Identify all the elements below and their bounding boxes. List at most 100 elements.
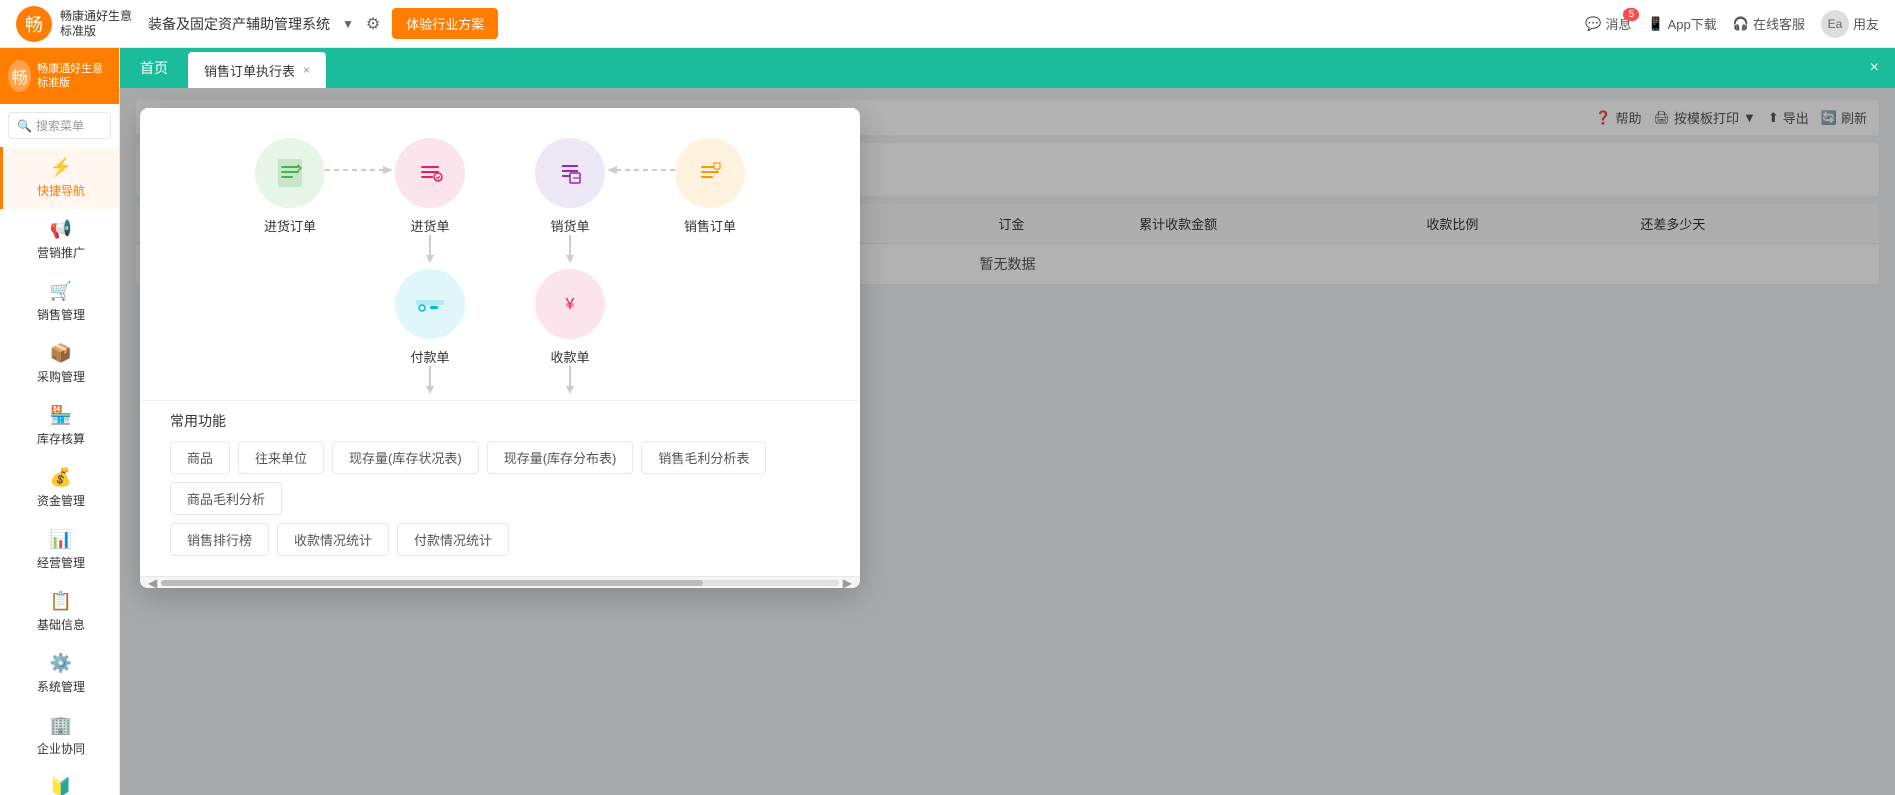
func-btn-sales-margin[interactable]: 销售毛利分析表: [641, 441, 766, 474]
workflow-node-receipt[interactable]: ¥ 收款单: [535, 269, 605, 366]
tab-close-all-btn[interactable]: ×: [1854, 59, 1895, 77]
purchase-bill-label: 进货单: [410, 216, 449, 235]
func-btn-payment-stats[interactable]: 付款情况统计: [397, 523, 509, 556]
sidebar-item-system[interactable]: ⚙️ 系统管理: [0, 643, 119, 705]
sidebar-item-operation[interactable]: 📊 经营管理: [0, 519, 119, 581]
inventory-icon: 🏪: [50, 405, 72, 426]
online-service-btn[interactable]: 🎧 在线客服: [1733, 14, 1805, 33]
purchase-bill-icon: [395, 138, 465, 208]
workflow-area: 进货订单 进货单: [140, 108, 860, 400]
system-dropdown-btn[interactable]: ▼: [342, 17, 354, 31]
page-content: ❓ 帮助 🖨 按模板打印 ▼ ⬆ 导出 🔄 刷新: [120, 88, 1895, 795]
guide-icon: 🔰: [50, 777, 72, 795]
workflow-node-payment[interactable]: 付款单: [395, 269, 465, 366]
workflow-node-sales-order[interactable]: 销售订单: [675, 138, 745, 235]
scroll-right-btn[interactable]: ▶: [839, 576, 856, 589]
avatar: Ea: [1821, 10, 1849, 38]
sidebar-item-sales[interactable]: 🛒 销售管理: [0, 271, 119, 333]
settings-btn[interactable]: ⚙: [366, 14, 380, 34]
modal-scrollbar[interactable]: ◀ ▶: [140, 576, 860, 588]
sidebar-item-basic-info[interactable]: 📋 基础信息: [0, 581, 119, 643]
logo-area: 畅 畅康通好生意 标准版: [16, 6, 136, 42]
arrow-down-receipt: [535, 366, 605, 396]
top-header: 畅 畅康通好生意 标准版 装备及固定资产辅助管理系统 ▼ ⚙ 体验行业方案 💬 …: [0, 0, 1895, 48]
sidebar-item-purchase[interactable]: 📦 采购管理: [0, 333, 119, 395]
func-btn-partner[interactable]: 往来单位: [238, 441, 324, 474]
sidebar-item-quick-nav[interactable]: ⚡ 快捷导航: [0, 147, 119, 209]
purchase-icon: 📦: [50, 343, 72, 364]
sidebar-item-finance[interactable]: 💰 资金管理: [0, 457, 119, 519]
func-btn-stock-dist[interactable]: 现存量(库存分布表): [487, 441, 634, 474]
common-funcs-section: 常用功能 商品 往来单位 现存量(库存状况表) 现存量(库存分布表) 销售毛利分…: [140, 400, 860, 576]
system-title: 装备及固定资产辅助管理系统: [148, 14, 330, 34]
arrow-down-purchase: [395, 235, 465, 265]
common-funcs-title: 常用功能: [170, 411, 830, 431]
finance-icon: 💰: [50, 467, 72, 488]
basic-info-icon: 📋: [50, 591, 72, 612]
func-btn-sales-rank[interactable]: 销售排行榜: [170, 523, 269, 556]
tabs-bar: 首页 销售订单执行表 × ×: [120, 48, 1895, 88]
payment-label: 付款单: [410, 347, 449, 366]
tab-close-btn[interactable]: ×: [303, 63, 310, 77]
func-btn-product-margin[interactable]: 商品毛利分析: [170, 482, 282, 515]
sales-icon: 🛒: [50, 281, 72, 302]
sidebar-item-marketing[interactable]: 📢 营销推广: [0, 209, 119, 271]
enterprise-icon: 🏢: [50, 715, 72, 736]
sidebar-brand-text: 畅康通好生意 标准版: [37, 62, 111, 91]
tab-sales-order[interactable]: 销售订单执行表 ×: [188, 52, 326, 88]
sales-order-label: 销售订单: [684, 216, 736, 235]
sales-order-icon: [675, 138, 745, 208]
payment-icon: [395, 269, 465, 339]
receipt-label: 收款单: [550, 347, 589, 366]
search-icon: 🔍: [17, 119, 32, 133]
receipt-icon: ¥: [535, 269, 605, 339]
user-menu[interactable]: Ea 用友: [1821, 10, 1879, 38]
sidebar-logo-icon: 畅: [8, 60, 31, 92]
message-icon: 💬: [1585, 16, 1601, 32]
main-layout: 畅 畅康通好生意 标准版 🔍 搜索菜单 ⚡ 快捷导航 📢 营销推广 🛒 销售管理…: [0, 48, 1895, 795]
svg-text:¥: ¥: [565, 296, 575, 313]
arrow-h1: [325, 138, 395, 177]
workflow-node-purchase-order[interactable]: 进货订单: [255, 138, 325, 235]
workflow-node-sales-bill[interactable]: 销货单: [535, 138, 605, 235]
purchase-order-icon: [255, 138, 325, 208]
message-btn[interactable]: 💬 消息 5: [1585, 14, 1631, 33]
func-btn-receipt-stats[interactable]: 收款情况统计: [277, 523, 389, 556]
arrow-down-payment: [395, 366, 465, 396]
sidebar-search-area: 🔍 搜索菜单: [0, 104, 119, 147]
marketing-icon: 📢: [50, 219, 72, 240]
scrollbar-track: [161, 580, 839, 586]
tab-home[interactable]: 首页: [120, 48, 188, 88]
scrollbar-thumb: [161, 580, 703, 586]
header-right: 💬 消息 5 📱 App下载 🎧 在线客服 Ea 用友: [1585, 10, 1879, 38]
sidebar-item-guide[interactable]: 🔰 新手引导: [0, 767, 119, 795]
workflow-node-purchase-bill[interactable]: 进货单: [395, 138, 465, 235]
sidebar: 畅 畅康通好生意 标准版 🔍 搜索菜单 ⚡ 快捷导航 📢 营销推广 🛒 销售管理…: [0, 48, 120, 795]
sidebar-brand-area: 畅 畅康通好生意 标准版: [0, 48, 119, 104]
arrow-down-sales-bill: [535, 235, 605, 265]
func-buttons-row2: 销售排行榜 收款情况统计 付款情况统计: [170, 523, 830, 556]
modal-box: 进货订单 进货单: [140, 108, 860, 588]
logo-icon: 畅: [16, 6, 52, 42]
arrow-h2: [605, 138, 675, 177]
app-download-btn[interactable]: 📱 App下载: [1647, 14, 1716, 33]
service-icon: 🎧: [1733, 16, 1749, 32]
experience-btn[interactable]: 体验行业方案: [392, 8, 498, 39]
scroll-left-btn[interactable]: ◀: [144, 576, 161, 589]
system-icon: ⚙️: [50, 653, 72, 674]
func-btn-product[interactable]: 商品: [170, 441, 230, 474]
download-icon: 📱: [1647, 16, 1663, 32]
func-btn-stock-status[interactable]: 现存量(库存状况表): [332, 441, 479, 474]
func-buttons-row1: 商品 往来单位 现存量(库存状况表) 现存量(库存分布表) 销售毛利分析表 商品…: [170, 441, 830, 515]
sidebar-item-enterprise[interactable]: 🏢 企业协同: [0, 705, 119, 767]
message-badge: 5: [1623, 8, 1639, 21]
purchase-order-label: 进货订单: [264, 216, 316, 235]
sales-bill-icon: [535, 138, 605, 208]
logo-text: 畅康通好生意 标准版: [60, 9, 132, 38]
content-area: 首页 销售订单执行表 × × ❓ 帮助 🖨 按模板打印 ▼: [120, 48, 1895, 795]
quick-nav-icon: ⚡: [50, 157, 72, 178]
operation-icon: 📊: [50, 529, 72, 550]
modal-overlay[interactable]: 进货订单 进货单: [120, 88, 1895, 795]
sidebar-item-inventory[interactable]: 🏪 库存核算: [0, 395, 119, 457]
search-menu-btn[interactable]: 🔍 搜索菜单: [8, 112, 111, 139]
